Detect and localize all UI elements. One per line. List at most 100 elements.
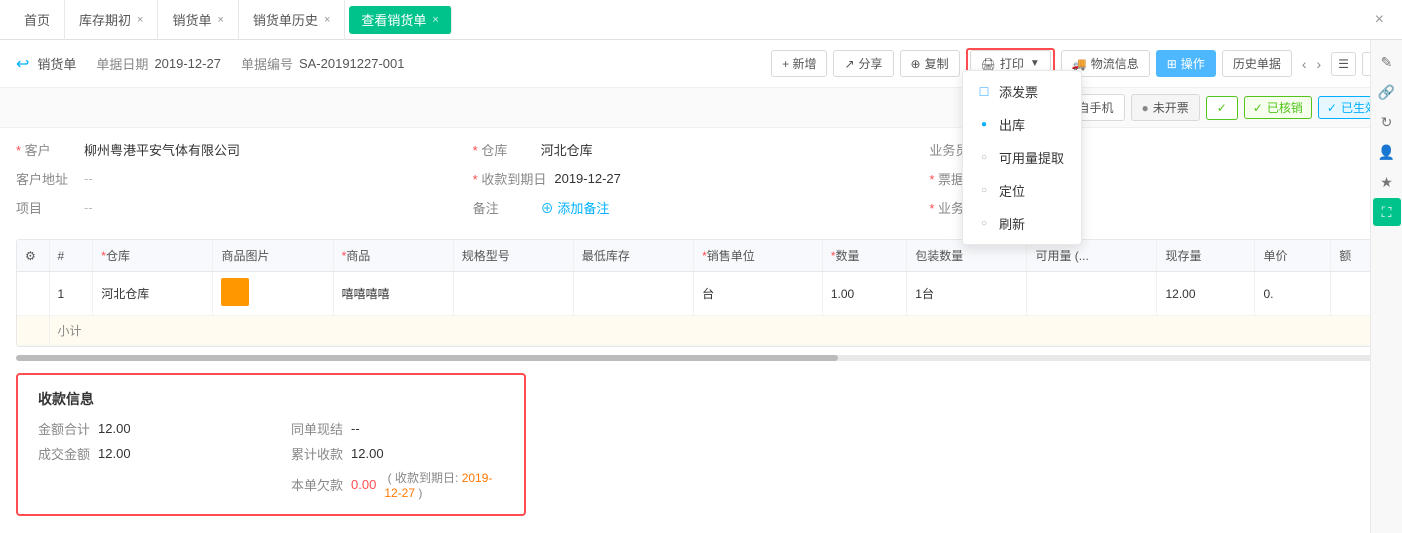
view-list-btn[interactable]: ☰ <box>1331 52 1356 76</box>
td-unit-price: 0. <box>1255 272 1331 316</box>
customer-value: 柳州粤港平安气体有限公司 <box>84 140 240 159</box>
same-order-value: -- <box>351 421 360 436</box>
same-order-item: 同单现结 -- <box>291 419 504 438</box>
th-current-qty: 现存量 <box>1157 240 1255 272</box>
total-amount-item: 金额合计 12.00 <box>38 419 251 438</box>
th-spec: 规格型号 <box>453 240 573 272</box>
tab-sales-order[interactable]: 销货单 × <box>158 0 238 40</box>
print-dropdown-arrow[interactable]: ▼ <box>1030 58 1040 69</box>
share-button[interactable]: ↗ 分享 <box>833 50 893 77</box>
doc-type-icon: ↩ <box>16 54 29 74</box>
close-all-tabs[interactable]: × <box>1367 11 1392 29</box>
not-open-button[interactable]: ● 未开票 <box>1131 94 1200 121</box>
tab-view-sales-close[interactable]: × <box>432 14 438 26</box>
td-settings <box>17 272 49 316</box>
cumulative-value: 12.00 <box>351 446 384 461</box>
sidebar-edit-icon[interactable]: ✎ <box>1373 48 1401 76</box>
sidebar-link-icon[interactable]: 🔗 <box>1373 78 1401 106</box>
tab-sales-history[interactable]: 销货单历史 × <box>239 0 345 40</box>
th-product: *商品 <box>333 240 453 272</box>
doc-date-field: 单据日期 2019-12-27 <box>96 54 221 73</box>
dropdown-menu: ☐ 添发票 ● 出库 ○ 可用量提取 ○ 定位 ○ 刷新 <box>962 70 1082 245</box>
dropdown-available-qty[interactable]: ○ 可用量提取 <box>963 141 1081 174</box>
th-product-img: 商品图片 <box>213 240 333 272</box>
total-amount-value: 12.00 <box>98 421 131 436</box>
product-image <box>221 278 249 306</box>
sidebar-star-icon[interactable]: ★ <box>1373 168 1401 196</box>
td-spec <box>453 272 573 316</box>
payment-date-value: 2019-12-27 <box>554 171 621 186</box>
dropdown-locate[interactable]: ○ 定位 <box>963 174 1081 207</box>
tab-inventory-init-close[interactable]: × <box>137 14 143 26</box>
copy-icon: ⊕ <box>911 57 921 71</box>
doc-title: ↩ 销货单 <box>16 54 76 74</box>
tab-inventory-init[interactable]: 库存期初 × <box>65 0 158 40</box>
sidebar-refresh-icon[interactable]: ↻ <box>1373 108 1401 136</box>
available-qty-icon: ○ <box>977 151 991 165</box>
td-product: 嘻嘻嘻嘻 <box>333 272 453 316</box>
verified-badge: ✓ 已核销 <box>1244 96 1312 119</box>
subtotal-label: 小计 <box>49 316 1385 346</box>
share-icon: ↗ <box>844 57 854 71</box>
scroll-bar[interactable] <box>16 355 1386 361</box>
tab-sales-order-close[interactable]: × <box>217 14 223 26</box>
th-seq: # <box>49 240 93 272</box>
doc-header: ↩ 销货单 单据日期 2019-12-27 单据编号 SA-20191227-0… <box>0 40 1402 88</box>
form-row-3: 项目 -- 备注 ⊕ 添加备注 业务员孟 -- <box>16 198 1386 217</box>
customer-field: 客户 柳州粤港平安气体有限公司 <box>16 140 473 159</box>
warehouse-value: 河北仓库 <box>541 140 593 159</box>
data-table: ⚙ # *仓库 商品图片 *商品 规格型号 最低库存 *销售单位 *数量 包装数… <box>17 240 1385 346</box>
sidebar-expand-icon[interactable]: ⛶ <box>1373 198 1401 226</box>
warehouse-field: 仓库 河北仓库 <box>473 140 930 159</box>
next-arrow[interactable]: › <box>1313 56 1326 72</box>
form-row-1: 客户 柳州粤港平安气体有限公司 仓库 河北仓库 业务员 演示账号 <box>16 140 1386 159</box>
td-product-img <box>213 272 333 316</box>
td-warehouse: 河北仓库 <box>93 272 213 316</box>
th-qty: *数量 <box>822 240 906 272</box>
td-pack-qty: 1台 <box>907 272 1027 316</box>
copy-button[interactable]: ⊕ 复制 <box>900 50 960 77</box>
tab-sales-history-close[interactable]: × <box>324 14 330 26</box>
main-content: ↩ 销货单 单据日期 2019-12-27 单据编号 SA-20191227-0… <box>0 40 1402 533</box>
toolbar-row: 📱 来自手机 ● 未开票 ✓ ✓ 已核销 ✓ 已生效 <box>0 88 1402 128</box>
verified-icon-btn[interactable]: ✓ <box>1206 96 1238 120</box>
td-available <box>1027 272 1157 316</box>
verified-check-icon: ✓ <box>1253 101 1263 115</box>
td-min-stock <box>573 272 693 316</box>
customer-addr-field: 客户地址 -- <box>16 169 473 188</box>
table-row: 1 河北仓库 嘻嘻嘻嘻 台 1.00 1台 12.00 0. <box>17 272 1385 316</box>
th-settings[interactable]: ⚙ <box>17 240 49 272</box>
operate-button[interactable]: ⊞ 操作 <box>1156 50 1216 77</box>
subtotal-row: 小计 <box>17 316 1385 346</box>
add-note-btn[interactable]: ⊕ 添加备注 <box>541 198 610 217</box>
prev-arrow[interactable]: ‹ <box>1298 56 1311 72</box>
form-row-2: 客户地址 -- 收款到期日 2019-12-27 票据类型 不开票 <box>16 169 1386 188</box>
locate-icon: ○ <box>977 184 991 198</box>
project-field: 项目 -- <box>16 198 473 217</box>
project-value: -- <box>84 200 93 215</box>
effective-check-icon: ✓ <box>1327 101 1337 115</box>
sidebar-person-icon[interactable]: 👤 <box>1373 138 1401 166</box>
tab-view-sales[interactable]: 查看销货单 × <box>349 6 451 34</box>
td-current-qty: 12.00 <box>1157 272 1255 316</box>
history-button[interactable]: 历史单据 <box>1222 50 1292 77</box>
subtotal-empty-1 <box>17 316 49 346</box>
th-min-stock: 最低库存 <box>573 240 693 272</box>
dropdown-outbound[interactable]: ● 出库 <box>963 108 1081 141</box>
operate-icon: ⊞ <box>1167 57 1177 71</box>
dropdown-add-invoice[interactable]: ☐ 添发票 <box>963 75 1081 108</box>
add-invoice-icon: ☐ <box>977 85 991 99</box>
new-button[interactable]: + 新增 <box>771 50 827 77</box>
plus-icon: ⊕ <box>541 201 554 216</box>
nav-arrows: ‹ › <box>1298 56 1325 72</box>
tab-bar: 首页 库存期初 × 销货单 × 销货单历史 × 查看销货单 × × <box>0 0 1402 40</box>
tab-home[interactable]: 首页 <box>10 0 65 40</box>
doc-date-value: 2019-12-27 <box>154 56 221 71</box>
dropdown-refresh[interactable]: ○ 刷新 <box>963 207 1081 240</box>
td-unit: 台 <box>694 272 823 316</box>
doc-type-label: 销货单 <box>37 54 76 73</box>
td-qty: 1.00 <box>822 272 906 316</box>
scroll-thumb <box>16 355 838 361</box>
doc-number-field: 单据编号 SA-20191227-001 <box>241 54 405 73</box>
transaction-value: 12.00 <box>98 446 131 461</box>
